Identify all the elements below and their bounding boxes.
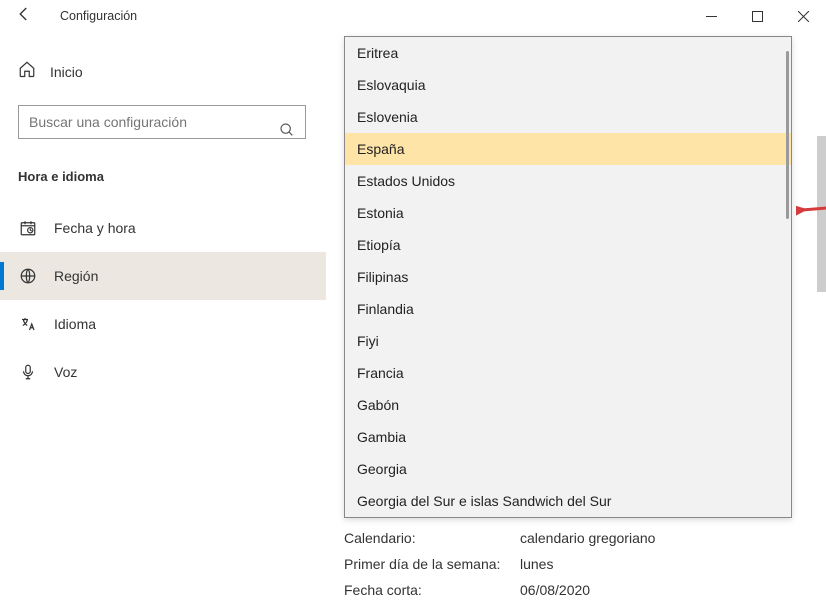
home-label: Inicio (50, 64, 83, 80)
nav-label: Idioma (54, 316, 96, 332)
nav-icon (18, 315, 38, 333)
nav-item-fecha-y-hora[interactable]: Fecha y hora (0, 204, 326, 252)
close-button[interactable] (780, 0, 826, 32)
dropdown-scrollbar[interactable] (786, 51, 789, 219)
dropdown-item[interactable]: Finlandia (345, 293, 791, 325)
nav-item-voz[interactable]: Voz (0, 348, 326, 396)
dropdown-item[interactable]: España (345, 133, 791, 165)
info-label: Calendario: (344, 530, 520, 556)
content-scrollbar[interactable] (817, 136, 826, 292)
dropdown-item[interactable]: Etiopía (345, 229, 791, 261)
search-input[interactable] (19, 114, 305, 130)
info-row: Primer día de la semana:lunes (344, 556, 655, 582)
nav-item-idioma[interactable]: Idioma (0, 300, 326, 348)
info-value: lunes (520, 556, 553, 582)
nav-label: Fecha y hora (54, 220, 136, 236)
country-dropdown-list[interactable]: EritreaEslovaquiaEsloveniaEspañaEstados … (344, 36, 792, 518)
dropdown-item[interactable]: Eslovaquia (345, 69, 791, 101)
minimize-button[interactable] (688, 0, 734, 32)
nav-item-región[interactable]: Región (0, 252, 326, 300)
home-button[interactable]: Inicio (18, 60, 326, 83)
nav-label: Región (54, 268, 98, 284)
info-row: Calendario:calendario gregoriano (344, 530, 655, 556)
nav-icon (18, 219, 38, 237)
dropdown-item[interactable]: Francia (345, 357, 791, 389)
dropdown-item[interactable]: Estonia (345, 197, 791, 229)
info-label: Primer día de la semana: (344, 556, 520, 582)
nav-label: Voz (54, 364, 77, 380)
dropdown-item[interactable]: Gabón (345, 389, 791, 421)
dropdown-item[interactable]: Georgia del Sur e islas Sandwich del Sur (345, 485, 791, 517)
dropdown-item[interactable]: Estados Unidos (345, 165, 791, 197)
dropdown-item[interactable]: Eslovenia (345, 101, 791, 133)
info-label: Fecha corta: (344, 582, 520, 608)
dropdown-item[interactable]: Eritrea (345, 37, 791, 69)
window-title: Configuración (60, 9, 137, 23)
home-icon (18, 60, 36, 83)
dropdown-item[interactable]: Gambia (345, 421, 791, 453)
dropdown-item[interactable]: Filipinas (345, 261, 791, 293)
back-button[interactable] (0, 5, 48, 28)
dropdown-item[interactable]: Georgia (345, 453, 791, 485)
section-heading: Hora e idioma (18, 169, 326, 184)
nav-icon (18, 363, 38, 381)
maximize-button[interactable] (734, 0, 780, 32)
info-value: calendario gregoriano (520, 530, 655, 556)
search-box[interactable] (18, 105, 306, 139)
info-value: 06/08/2020 (520, 582, 590, 608)
nav-icon (18, 267, 38, 285)
info-row: Fecha corta:06/08/2020 (344, 582, 655, 608)
dropdown-item[interactable]: Fiyi (345, 325, 791, 357)
